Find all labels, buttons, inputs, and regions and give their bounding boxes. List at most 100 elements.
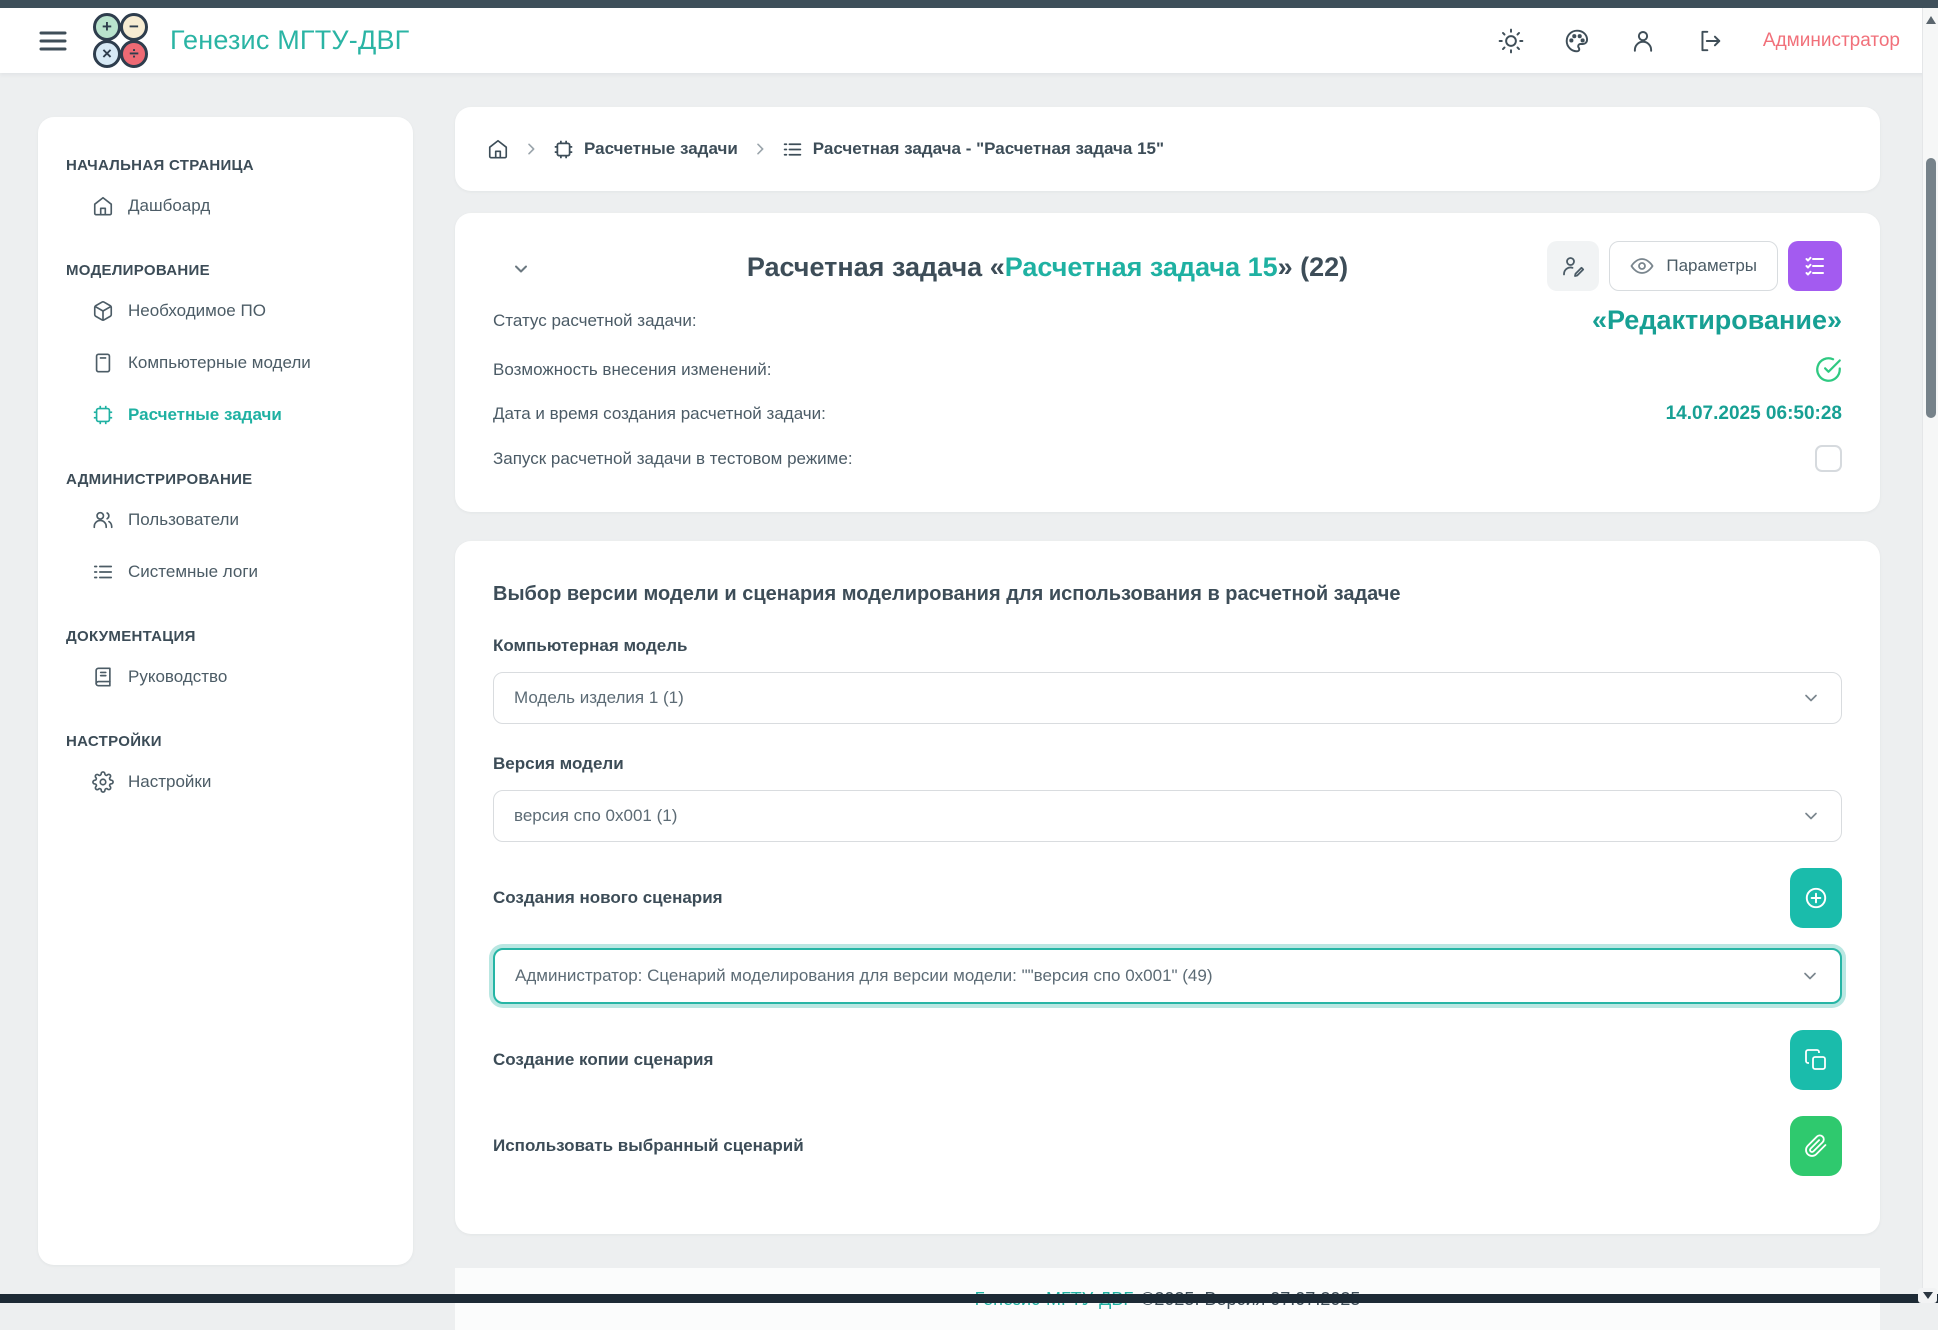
created-value: 14.07.2025 06:50:28: [1665, 403, 1842, 424]
status-row: Статус расчетной задачи: «Редактирование…: [493, 295, 1842, 346]
sidebar-item-manual[interactable]: Руководство: [66, 651, 383, 703]
app-header: + − × ÷ Генезис МГТУ-ДВГ Администратор: [0, 8, 1938, 73]
list-icon: [93, 565, 113, 579]
scroll-up-arrow-icon[interactable]: [1925, 16, 1936, 24]
profile-button[interactable]: [1628, 26, 1658, 56]
header-left: + − × ÷ Генезис МГТУ-ДВГ: [34, 12, 410, 68]
use-scenario-label: Использовать выбранный сценарий: [493, 1136, 804, 1155]
sidebar-item-label: Руководство: [128, 667, 228, 686]
users-icon: [93, 511, 113, 529]
check-circle-icon: [1816, 357, 1841, 382]
palette-button[interactable]: [1562, 26, 1592, 56]
version-select-value: версия спо 0x001 (1): [514, 806, 678, 825]
book-icon: [95, 667, 111, 687]
sidebar-section-documentation: ДОКУМЕНТАЦИЯ: [66, 628, 196, 645]
breadcrumb-label: Расчетные задачи: [584, 139, 738, 158]
cpu-icon: [93, 405, 113, 425]
sidebar-item-label: Расчетные задачи: [128, 405, 282, 424]
task-title-row: Расчетная задача «Расчетная задача 15» (…: [493, 239, 1842, 295]
title-actions: Параметры: [1547, 241, 1842, 291]
status-value: «Редактирование»: [1591, 305, 1842, 335]
app-title: Генезис МГТУ-ДВГ: [170, 25, 410, 55]
sidebar-item-label: Необходимое ПО: [128, 301, 266, 320]
use-scenario-row: Использовать выбранный сценарий: [493, 1116, 1842, 1176]
app-logo-icon: + − × ÷: [93, 12, 148, 68]
hamburger-icon: [39, 31, 67, 50]
new-scenario-row: Создания нового сценария: [493, 868, 1842, 928]
cpu-icon: [554, 140, 573, 158]
top-edge-bar: [0, 0, 1938, 8]
sun-icon: [1498, 28, 1524, 53]
bottom-edge-bar: [0, 1294, 1938, 1303]
chevron-right-icon: [528, 143, 535, 155]
circle-plus-icon: [1805, 887, 1827, 909]
status-row: Дата и время создания расчетной задачи: …: [493, 393, 1842, 435]
editable-label: Возможность внесения изменений:: [493, 359, 772, 379]
add-scenario-button[interactable]: [1790, 868, 1842, 928]
chevron-down-icon: [1804, 972, 1816, 980]
theme-toggle-button[interactable]: [1496, 26, 1526, 56]
task-card: Расчетная задача «Расчетная задача 15» (…: [455, 213, 1880, 512]
sidebar-item-computer-models[interactable]: Компьютерные модели: [66, 337, 383, 389]
testmode-checkbox[interactable]: [1815, 445, 1842, 472]
parameters-button-label: Параметры: [1666, 256, 1757, 275]
current-user-role[interactable]: Администратор: [1763, 30, 1900, 52]
breadcrumb-calculation-tasks[interactable]: Расчетные задачи: [553, 139, 738, 160]
title-prefix: Расчетная задача «: [746, 251, 1005, 282]
scenario-select[interactable]: Администратор: Сценарий моделирования дл…: [493, 948, 1842, 1004]
vertical-scrollbar[interactable]: [1922, 8, 1938, 1294]
sidebar-item-required-software[interactable]: Необходимое ПО: [66, 285, 383, 337]
copy-scenario-button[interactable]: [1790, 1030, 1842, 1090]
sidebar-item-calculation-tasks[interactable]: Расчетные задачи: [66, 389, 383, 441]
copy-scenario-label: Создание копии сценария: [493, 1050, 714, 1069]
gear-icon: [92, 771, 114, 793]
main-content: Расчетные задачи Расчетная задача - "Рас…: [455, 107, 1880, 1330]
user-icon: [1633, 30, 1653, 52]
sidebar-item-dashboard[interactable]: Дашбоард: [66, 180, 383, 232]
eye-icon: [1630, 258, 1654, 274]
logout-button[interactable]: [1694, 26, 1725, 56]
status-row: Запуск расчетной задачи в тестовом режим…: [493, 435, 1842, 482]
sidebar-item-label: Системные логи: [128, 562, 259, 581]
breadcrumb-home[interactable]: [487, 138, 509, 160]
edit-author-button[interactable]: [1547, 241, 1600, 291]
chevron-down-icon: [515, 265, 527, 273]
logout-icon: [1701, 30, 1721, 51]
sidebar-item-label: Дашбоард: [128, 196, 211, 215]
parameters-button[interactable]: Параметры: [1609, 241, 1778, 291]
scrollbar-thumb[interactable]: [1926, 158, 1936, 418]
status-row: Возможность внесения изменений:: [493, 346, 1842, 393]
sidebar-item-system-logs[interactable]: Системные логи: [66, 546, 383, 598]
logo-divide-icon: ÷: [120, 39, 148, 68]
sidebar: НАЧАЛЬНАЯ СТРАНИЦА Дашбоард МОДЕЛИРОВАНИ…: [38, 117, 413, 1265]
header-actions: Администратор: [1496, 26, 1900, 56]
scenario-heading: Выбор версии модели и сценария моделиров…: [493, 583, 1401, 605]
new-scenario-label: Создания нового сценария: [493, 888, 723, 907]
logo-minus-icon: −: [120, 12, 148, 41]
sidebar-section-settings: НАСТРОЙКИ: [66, 733, 162, 750]
sidebar-item-label: Настройки: [128, 772, 212, 791]
sidebar-section-modeling: МОДЕЛИРОВАНИЕ: [66, 262, 210, 279]
version-select[interactable]: версия спо 0x001 (1): [493, 790, 1842, 842]
home-icon: [488, 139, 508, 159]
scenario-card: Выбор версии модели и сценария моделиров…: [455, 541, 1880, 1234]
breadcrumb: Расчетные задачи Расчетная задача - "Рас…: [455, 107, 1880, 191]
status-label: Статус расчетной задачи:: [493, 310, 697, 330]
menu-toggle-button[interactable]: [34, 25, 72, 57]
chevron-down-icon: [1805, 694, 1817, 702]
use-scenario-button[interactable]: [1790, 1116, 1842, 1176]
sidebar-item-users[interactable]: Пользователи: [66, 494, 383, 546]
breadcrumb-current-task: Расчетная задача - "Расчетная задача 15": [782, 139, 1164, 160]
model-select[interactable]: Модель изделия 1 (1): [493, 672, 1842, 724]
collapse-button[interactable]: [505, 253, 537, 285]
sidebar-item-settings[interactable]: Настройки: [66, 756, 383, 808]
scroll-down-button[interactable]: [1918, 1288, 1937, 1303]
copy-scenario-row: Создание копии сценария: [493, 1030, 1842, 1090]
testmode-label: Запуск расчетной задачи в тестовом режим…: [493, 448, 853, 468]
scenario-select-value: Администратор: Сценарий моделирования дл…: [515, 966, 1213, 985]
paperclip-icon: [1805, 1134, 1827, 1157]
chevron-right-icon: [756, 143, 764, 155]
model-label: Компьютерная модель: [493, 636, 688, 655]
checklist-button[interactable]: [1788, 241, 1842, 291]
breadcrumb-label: Расчетная задача - "Расчетная задача 15": [812, 139, 1165, 158]
